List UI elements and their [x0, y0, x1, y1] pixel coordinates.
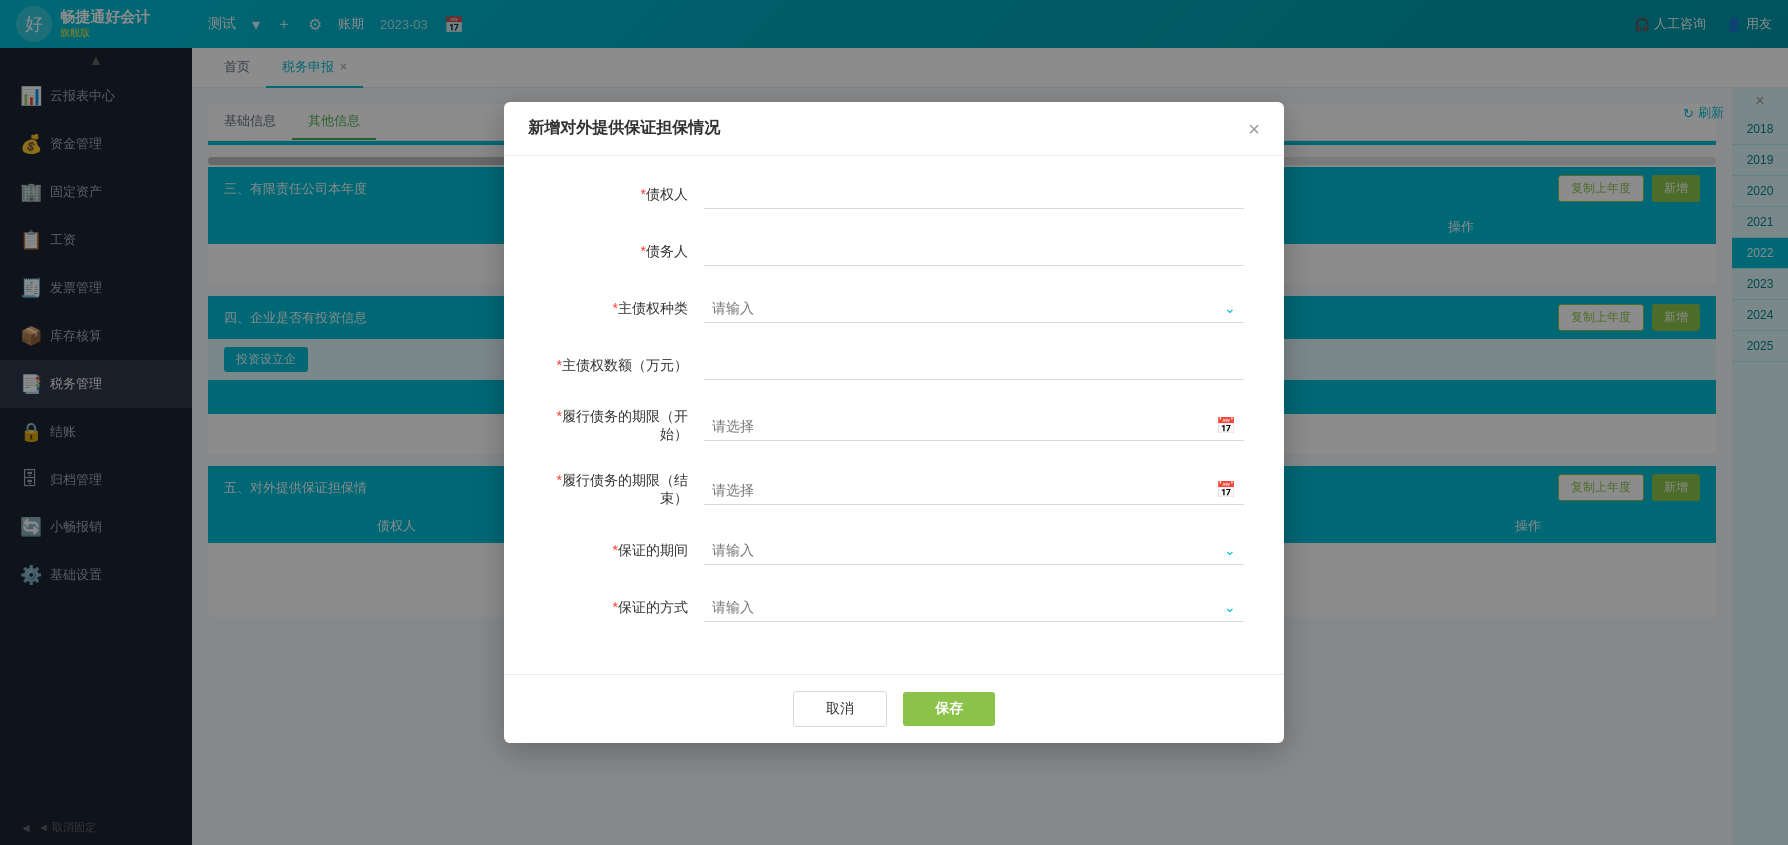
required-mark: *: [613, 599, 618, 615]
dialog-header: 新增对外提供保证担保情况 ×: [504, 102, 1284, 156]
form-label-debtor: *债务人: [544, 243, 704, 261]
form-label-main-creditor-amount: *主债权数额（万元）: [544, 357, 704, 375]
form-label-obligation-end: *履行债务的期限（结束）: [544, 472, 704, 508]
form-label-main-creditor-type: *主债权种类: [544, 300, 704, 318]
chevron-down-icon[interactable]: ⌄: [1216, 542, 1244, 558]
form-label-guarantee-period: *保证的期间: [544, 542, 704, 560]
save-button[interactable]: 保存: [903, 692, 995, 726]
form-field-wrapper-guarantee-period[interactable]: ⌄: [704, 536, 1244, 565]
form-row-guarantee-method: *保证的方式 ⌄: [544, 593, 1244, 622]
modal-overlay[interactable]: 新增对外提供保证担保情况 × *债权人 *债务人 *主债权种类 ⌄ *主债权数额（万元）…: [0, 0, 1788, 845]
form-input-main-creditor-amount[interactable]: [704, 351, 1244, 380]
form-input-obligation-start[interactable]: [704, 412, 1208, 440]
chevron-down-icon[interactable]: ⌄: [1216, 599, 1244, 615]
form-row-main-creditor-amount: *主债权数额（万元）: [544, 351, 1244, 380]
form-input-guarantee-period[interactable]: [704, 536, 1216, 564]
form-input-debtor[interactable]: [704, 237, 1244, 266]
required-mark: *: [641, 186, 646, 202]
form-input-main-creditor-type[interactable]: [704, 294, 1216, 322]
form-row-main-creditor-type: *主债权种类 ⌄: [544, 294, 1244, 323]
form-label-creditor: *债权人: [544, 186, 704, 204]
dialog-title: 新增对外提供保证担保情况: [528, 118, 720, 139]
dialog: 新增对外提供保证担保情况 × *债权人 *债务人 *主债权种类 ⌄ *主债权数额（万元）…: [504, 102, 1284, 743]
form-row-creditor: *债权人: [544, 180, 1244, 209]
dialog-close-btn[interactable]: ×: [1248, 119, 1260, 139]
form-field-wrapper-main-creditor-type[interactable]: ⌄: [704, 294, 1244, 323]
required-mark: *: [557, 357, 562, 373]
required-mark: *: [613, 300, 618, 316]
form-input-guarantee-method[interactable]: [704, 593, 1216, 621]
dialog-body: *债权人*债务人*主债权种类⌄*主债权数额（万元）*履行债务的期限（开始）📅*履…: [504, 156, 1284, 674]
form-input-obligation-end[interactable]: [704, 476, 1208, 504]
chevron-down-icon[interactable]: ⌄: [1216, 300, 1244, 316]
form-label-guarantee-method: *保证的方式: [544, 599, 704, 617]
form-row-guarantee-period: *保证的期间 ⌄: [544, 536, 1244, 565]
dialog-footer: 取消 保存: [504, 674, 1284, 743]
form-row-obligation-start: *履行债务的期限（开始） 📅: [544, 408, 1244, 444]
form-input-creditor[interactable]: [704, 180, 1244, 209]
form-field-wrapper-guarantee-method[interactable]: ⌄: [704, 593, 1244, 622]
required-mark: *: [557, 472, 562, 488]
required-mark: *: [641, 243, 646, 259]
form-row-obligation-end: *履行债务的期限（结束） 📅: [544, 472, 1244, 508]
form-row-debtor: *债务人: [544, 237, 1244, 266]
calendar-picker-icon[interactable]: 📅: [1208, 480, 1244, 499]
cancel-button[interactable]: 取消: [793, 691, 887, 727]
form-field-wrapper-obligation-start[interactable]: 📅: [704, 412, 1244, 441]
required-mark: *: [557, 408, 562, 424]
form-label-obligation-start: *履行债务的期限（开始）: [544, 408, 704, 444]
calendar-picker-icon[interactable]: 📅: [1208, 416, 1244, 435]
required-mark: *: [613, 542, 618, 558]
form-field-wrapper-obligation-end[interactable]: 📅: [704, 476, 1244, 505]
